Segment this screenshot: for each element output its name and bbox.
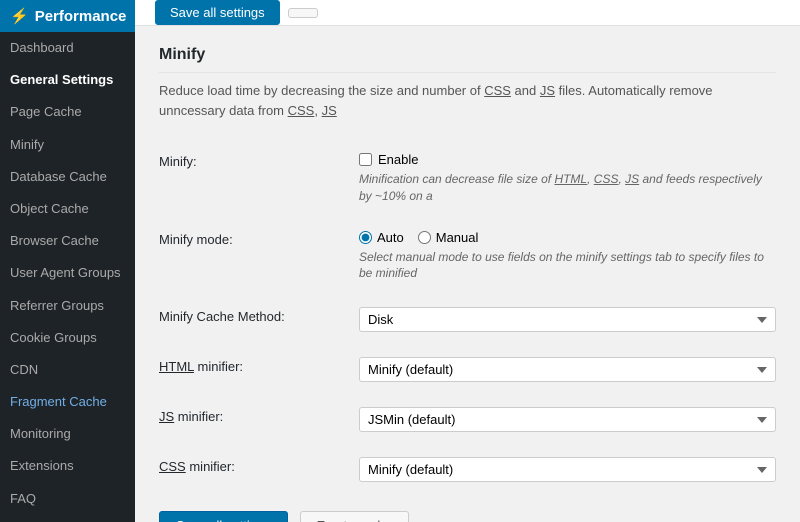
empty-cache-button[interactable]: Empty cache [300, 511, 409, 522]
js-ref2: JS [322, 103, 337, 118]
auto-radio[interactable] [359, 231, 372, 244]
js-ref: JS [540, 83, 555, 98]
sidebar-item-user-agent-groups[interactable]: User Agent Groups [0, 257, 135, 289]
manual-option: Manual [418, 230, 479, 245]
save-all-button[interactable]: Save all settings [159, 511, 288, 522]
html-minifier-label: HTML minifier: [159, 357, 339, 374]
content-area: Minify Reduce load time by decreasing th… [135, 26, 800, 522]
minify-checkbox[interactable] [359, 153, 372, 166]
css-minifier-row: CSS minifier: Minify (default) [159, 445, 776, 495]
minify-mode-label: Minify mode: [159, 230, 339, 247]
html-minifier-control: Minify (default) [359, 357, 776, 382]
css-minifier-select[interactable]: Minify (default) [359, 457, 776, 482]
js-minifier-control: JSMin (default) [359, 407, 776, 432]
sidebar-item-cookie-groups[interactable]: Cookie Groups [0, 322, 135, 354]
bottom-actions: Save all settings Empty cache [159, 495, 776, 522]
sidebar: ⚡ Performance DashboardGeneral SettingsP… [0, 0, 135, 522]
sidebar-item-fragment-cache[interactable]: Fragment Cache [0, 386, 135, 418]
sidebar-item-monitoring[interactable]: Monitoring [0, 418, 135, 450]
topbar-empty-button[interactable] [288, 8, 318, 18]
sidebar-item-minify[interactable]: Minify [0, 129, 135, 161]
css-minifier-label: CSS minifier: [159, 457, 339, 474]
section-title: Minify [159, 46, 776, 73]
minify-mode-hint: Select manual mode to use fields on the … [359, 249, 776, 283]
sidebar-item-referrer-groups[interactable]: Referrer Groups [0, 290, 135, 322]
sidebar-item-dashboard[interactable]: Dashboard [0, 32, 135, 64]
auto-option: Auto [359, 230, 404, 245]
minify-mode-control: Auto Manual Select manual mode to use fi… [359, 230, 776, 283]
css-minifier-control: Minify (default) [359, 457, 776, 482]
sidebar-nav: DashboardGeneral SettingsPage CacheMinif… [0, 32, 135, 522]
cache-method-row: Minify Cache Method: Disk [159, 295, 776, 345]
sidebar-item-browser-cache[interactable]: Browser Cache [0, 225, 135, 257]
cache-method-control: Disk [359, 307, 776, 332]
sidebar-item-support[interactable]: Support [0, 515, 135, 522]
performance-icon: ⚡ [10, 7, 29, 25]
css-ref2: CSS [288, 103, 315, 118]
sidebar-header[interactable]: ⚡ Performance [0, 0, 135, 32]
sidebar-item-page-cache[interactable]: Page Cache [0, 96, 135, 128]
js-minifier-row: JS minifier: JSMin (default) [159, 395, 776, 445]
section-description: Reduce load time by decreasing the size … [159, 81, 776, 120]
minify-label: Minify: [159, 152, 339, 169]
sidebar-item-general-settings[interactable]: General Settings [0, 64, 135, 96]
js-minifier-label: JS minifier: [159, 407, 339, 424]
cache-method-label: Minify Cache Method: [159, 307, 339, 324]
minify-control: Enable Minification can decrease file si… [359, 152, 776, 205]
sidebar-item-cdn[interactable]: CDN [0, 354, 135, 386]
auto-label: Auto [377, 230, 404, 245]
css-ref: CSS [484, 83, 511, 98]
manual-label: Manual [436, 230, 479, 245]
manual-radio[interactable] [418, 231, 431, 244]
js-minifier-select[interactable]: JSMin (default) [359, 407, 776, 432]
html-minifier-row: HTML minifier: Minify (default) [159, 345, 776, 395]
minify-enable-label: Enable [378, 152, 418, 167]
minify-row: Minify: Enable Minification can decrease… [159, 140, 776, 218]
sidebar-item-extensions[interactable]: Extensions [0, 450, 135, 482]
sidebar-item-faq[interactable]: FAQ [0, 483, 135, 515]
html-minifier-select[interactable]: Minify (default) [359, 357, 776, 382]
sidebar-item-object-cache[interactable]: Object Cache [0, 193, 135, 225]
sidebar-item-database-cache[interactable]: Database Cache [0, 161, 135, 193]
topbar: Save all settings [135, 0, 800, 26]
minify-hint: Minification can decrease file size of H… [359, 171, 776, 205]
minify-mode-row: Minify mode: Auto Manual Select manual m… [159, 218, 776, 296]
sidebar-title: Performance [35, 8, 127, 25]
main-content: Save all settings Minify Reduce load tim… [135, 0, 800, 522]
topbar-save-button[interactable]: Save all settings [155, 0, 280, 25]
cache-method-select[interactable]: Disk [359, 307, 776, 332]
